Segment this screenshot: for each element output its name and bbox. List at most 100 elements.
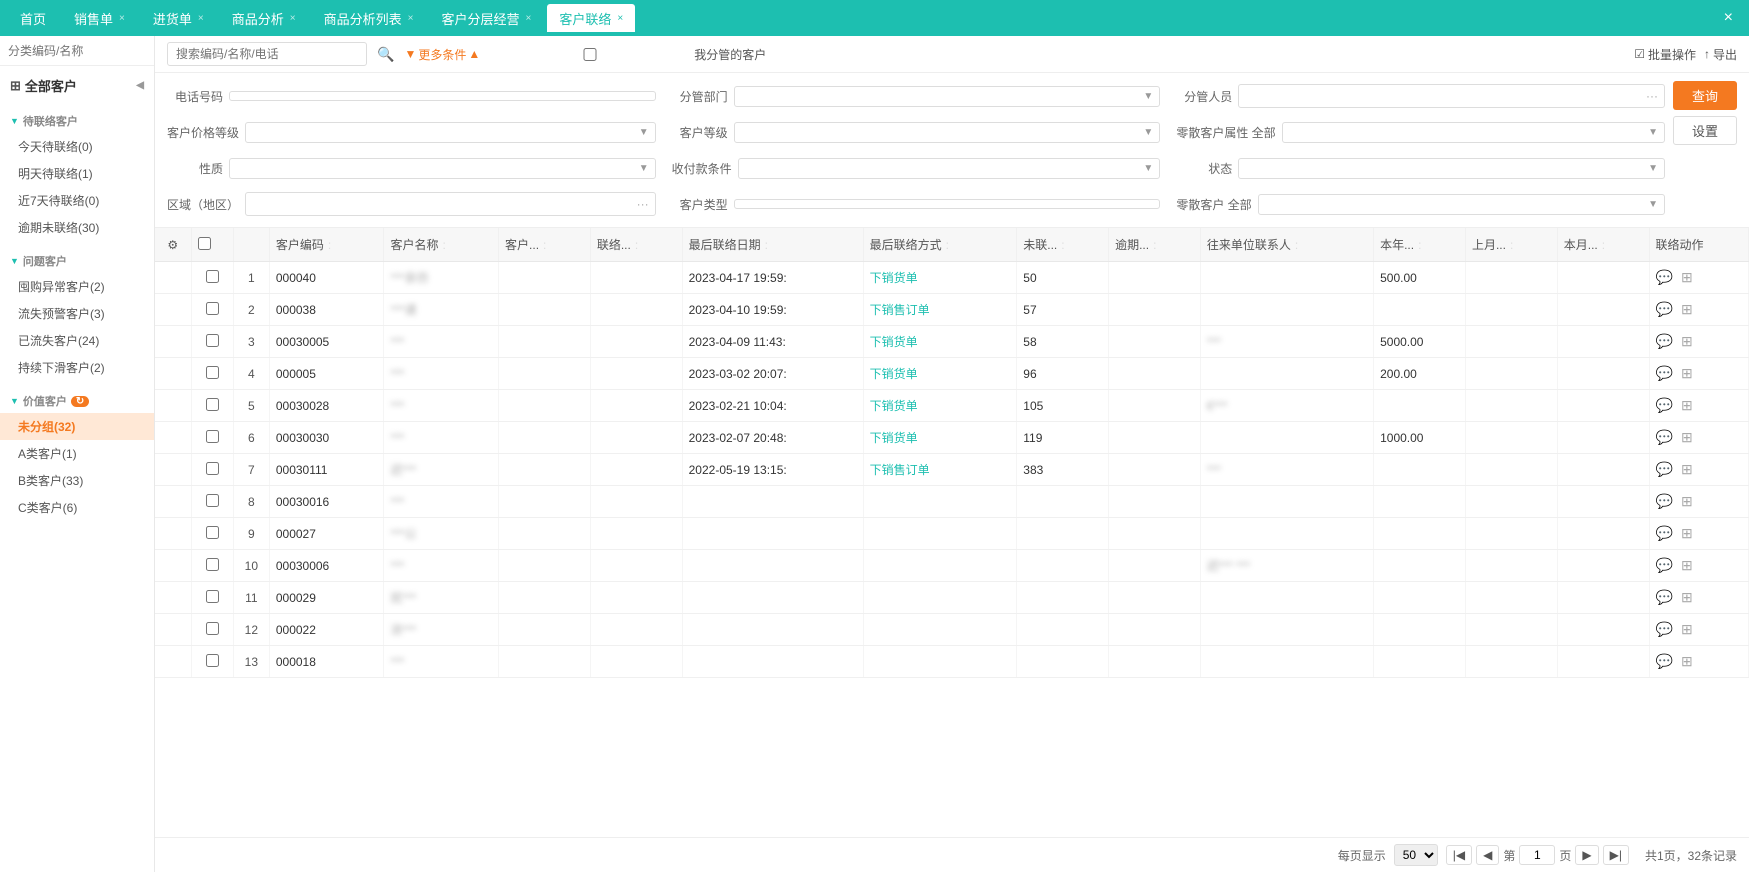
last-page-button[interactable]: ▶| — [1603, 845, 1629, 865]
phone-input[interactable] — [229, 91, 656, 101]
export-button[interactable]: ↑ 导出 — [1704, 46, 1737, 63]
row-checkbox-cell[interactable] — [191, 390, 233, 422]
row-checkbox-cell[interactable] — [191, 518, 233, 550]
th-code[interactable]: 客户编码 : — [269, 228, 384, 262]
row-checkbox-cell[interactable] — [191, 582, 233, 614]
query-button[interactable]: 查询 — [1673, 81, 1737, 110]
customer-type-input[interactable] — [734, 199, 1161, 209]
sidebar-item-tomorrow[interactable]: 明天待联络(1) — [0, 160, 154, 187]
settings-button[interactable]: 设置 — [1673, 116, 1737, 145]
per-page-select[interactable]: 50 — [1394, 844, 1438, 866]
row-last-contact-method[interactable]: 下销货单 — [863, 358, 1017, 390]
page-input[interactable] — [1519, 845, 1555, 865]
grid-action-icon[interactable]: ⊞ — [1681, 493, 1693, 510]
collapse-icon[interactable]: ◀ — [136, 80, 144, 91]
payment-select[interactable]: ▼ — [738, 158, 1161, 179]
contact-method-link[interactable]: 下销货单 — [870, 367, 918, 381]
message-action-icon[interactable]: 💬 — [1656, 589, 1673, 606]
row-checkbox[interactable] — [206, 430, 219, 443]
search-button[interactable]: 🔍 — [377, 46, 394, 63]
sidebar-problem-customers-group[interactable]: ▼ 问题客户 — [0, 249, 154, 273]
row-last-contact-method[interactable]: 下销售订单 — [863, 454, 1017, 486]
row-checkbox[interactable] — [206, 366, 219, 379]
dept-select[interactable]: ▼ — [734, 86, 1161, 107]
row-checkbox-cell[interactable] — [191, 486, 233, 518]
th-last-contact-method[interactable]: 最后联络方式 : — [863, 228, 1017, 262]
status-select[interactable]: ▼ — [1238, 158, 1665, 179]
contact-method-link[interactable]: 下销货单 — [870, 431, 918, 445]
row-checkbox[interactable] — [206, 462, 219, 475]
row-last-contact-method[interactable]: 下销货单 — [863, 390, 1017, 422]
row-checkbox-cell[interactable] — [191, 550, 233, 582]
row-last-contact-method[interactable]: 下销售订单 — [863, 294, 1017, 326]
my-customers-checkbox[interactable] — [490, 48, 690, 61]
search-input[interactable] — [167, 42, 367, 66]
message-action-icon[interactable]: 💬 — [1656, 493, 1673, 510]
sidebar-pending-contact-group[interactable]: ▼ 待联络客户 — [0, 109, 154, 133]
row-checkbox[interactable] — [206, 590, 219, 603]
message-action-icon[interactable]: 💬 — [1656, 429, 1673, 446]
tab-customer-tier-close[interactable]: × — [525, 13, 531, 24]
tab-product-analysis[interactable]: 商品分析 × — [220, 4, 308, 32]
sidebar-item-churned[interactable]: 已流失客户(24) — [0, 327, 154, 354]
th-this-year[interactable]: 本年... : — [1374, 228, 1466, 262]
sidebar-all-customers-header[interactable]: ⊞ 全部客户 ◀ — [0, 70, 154, 101]
message-action-icon[interactable]: 💬 — [1656, 557, 1673, 574]
tab-customer-contact[interactable]: 客户联络 × — [547, 4, 635, 32]
sidebar-item-c-class[interactable]: C类客户(6) — [0, 494, 154, 521]
tab-customer-tier[interactable]: 客户分层经营 × — [429, 4, 543, 32]
row-last-contact-method[interactable]: 下销货单 — [863, 326, 1017, 358]
message-action-icon[interactable]: 💬 — [1656, 397, 1673, 414]
sidebar-item-b-class[interactable]: B类客户(33) — [0, 467, 154, 494]
row-checkbox-cell[interactable] — [191, 326, 233, 358]
row-last-contact-method[interactable]: 下销货单 — [863, 422, 1017, 454]
my-customers-filter[interactable]: 我分管的客户 — [490, 46, 766, 63]
retail-attr-select[interactable]: ▼ — [1282, 122, 1665, 143]
row-checkbox-cell[interactable] — [191, 614, 233, 646]
sidebar-item-overdue[interactable]: 逾期未联络(30) — [0, 214, 154, 241]
message-action-icon[interactable]: 💬 — [1656, 621, 1673, 638]
grid-action-icon[interactable]: ⊞ — [1681, 333, 1693, 350]
row-checkbox[interactable] — [206, 398, 219, 411]
retail-customer-select[interactable]: ▼ — [1258, 194, 1665, 215]
prev-page-button[interactable]: ◀ — [1476, 845, 1499, 865]
message-action-icon[interactable]: 💬 — [1656, 365, 1673, 382]
grid-action-icon[interactable]: ⊞ — [1681, 653, 1693, 670]
manager-input[interactable]: ··· — [1238, 84, 1665, 108]
sidebar-item-declining[interactable]: 持续下滑客户(2) — [0, 354, 154, 381]
contact-method-link[interactable]: 下销售订单 — [870, 463, 930, 477]
message-action-icon[interactable]: 💬 — [1656, 333, 1673, 350]
tab-purchase-close[interactable]: × — [198, 13, 204, 24]
row-checkbox[interactable] — [206, 270, 219, 283]
th-contact[interactable]: 联络... : — [590, 228, 682, 262]
sidebar-search-input[interactable] — [8, 44, 155, 58]
price-level-select[interactable]: ▼ — [245, 122, 656, 143]
th-type[interactable]: 客户... : — [499, 228, 591, 262]
more-conditions-button[interactable]: ▼ 更多条件 ▲ — [404, 46, 480, 63]
row-checkbox[interactable] — [206, 494, 219, 507]
tab-purchase[interactable]: 进货单 × — [141, 4, 216, 32]
customer-level-select[interactable]: ▼ — [734, 122, 1161, 143]
sidebar-item-week[interactable]: 近7天待联络(0) — [0, 187, 154, 214]
grid-action-icon[interactable]: ⊞ — [1681, 397, 1693, 414]
row-checkbox[interactable] — [206, 302, 219, 315]
th-not-contacted[interactable]: 未联... : — [1017, 228, 1109, 262]
row-checkbox[interactable] — [206, 334, 219, 347]
tab-product-analysis-list[interactable]: 商品分析列表 × — [312, 4, 426, 32]
refresh-badge[interactable]: ↻ — [71, 396, 89, 407]
row-last-contact-method[interactable] — [863, 614, 1017, 646]
contact-method-link[interactable]: 下销货单 — [870, 399, 918, 413]
th-unit-contact[interactable]: 往来单位联系人 : — [1200, 228, 1373, 262]
th-last-contact-date[interactable]: 最后联络日期 : — [682, 228, 863, 262]
tab-customer-contact-close[interactable]: × — [617, 13, 623, 24]
grid-action-icon[interactable]: ⊞ — [1681, 365, 1693, 382]
sidebar-value-customers-group[interactable]: ▼ 价值客户 ↻ — [0, 389, 154, 413]
th-settings[interactable]: ⚙ — [155, 228, 191, 262]
tab-product-analysis-close[interactable]: × — [290, 13, 296, 24]
nature-select[interactable]: ▼ — [229, 158, 656, 179]
row-checkbox-cell[interactable] — [191, 358, 233, 390]
row-checkbox-cell[interactable] — [191, 422, 233, 454]
system-close-button[interactable]: × — [1716, 9, 1741, 27]
region-input[interactable]: ··· — [245, 192, 656, 216]
sidebar-item-hoarding-abnormal[interactable]: 囤购异常客户(2) — [0, 273, 154, 300]
